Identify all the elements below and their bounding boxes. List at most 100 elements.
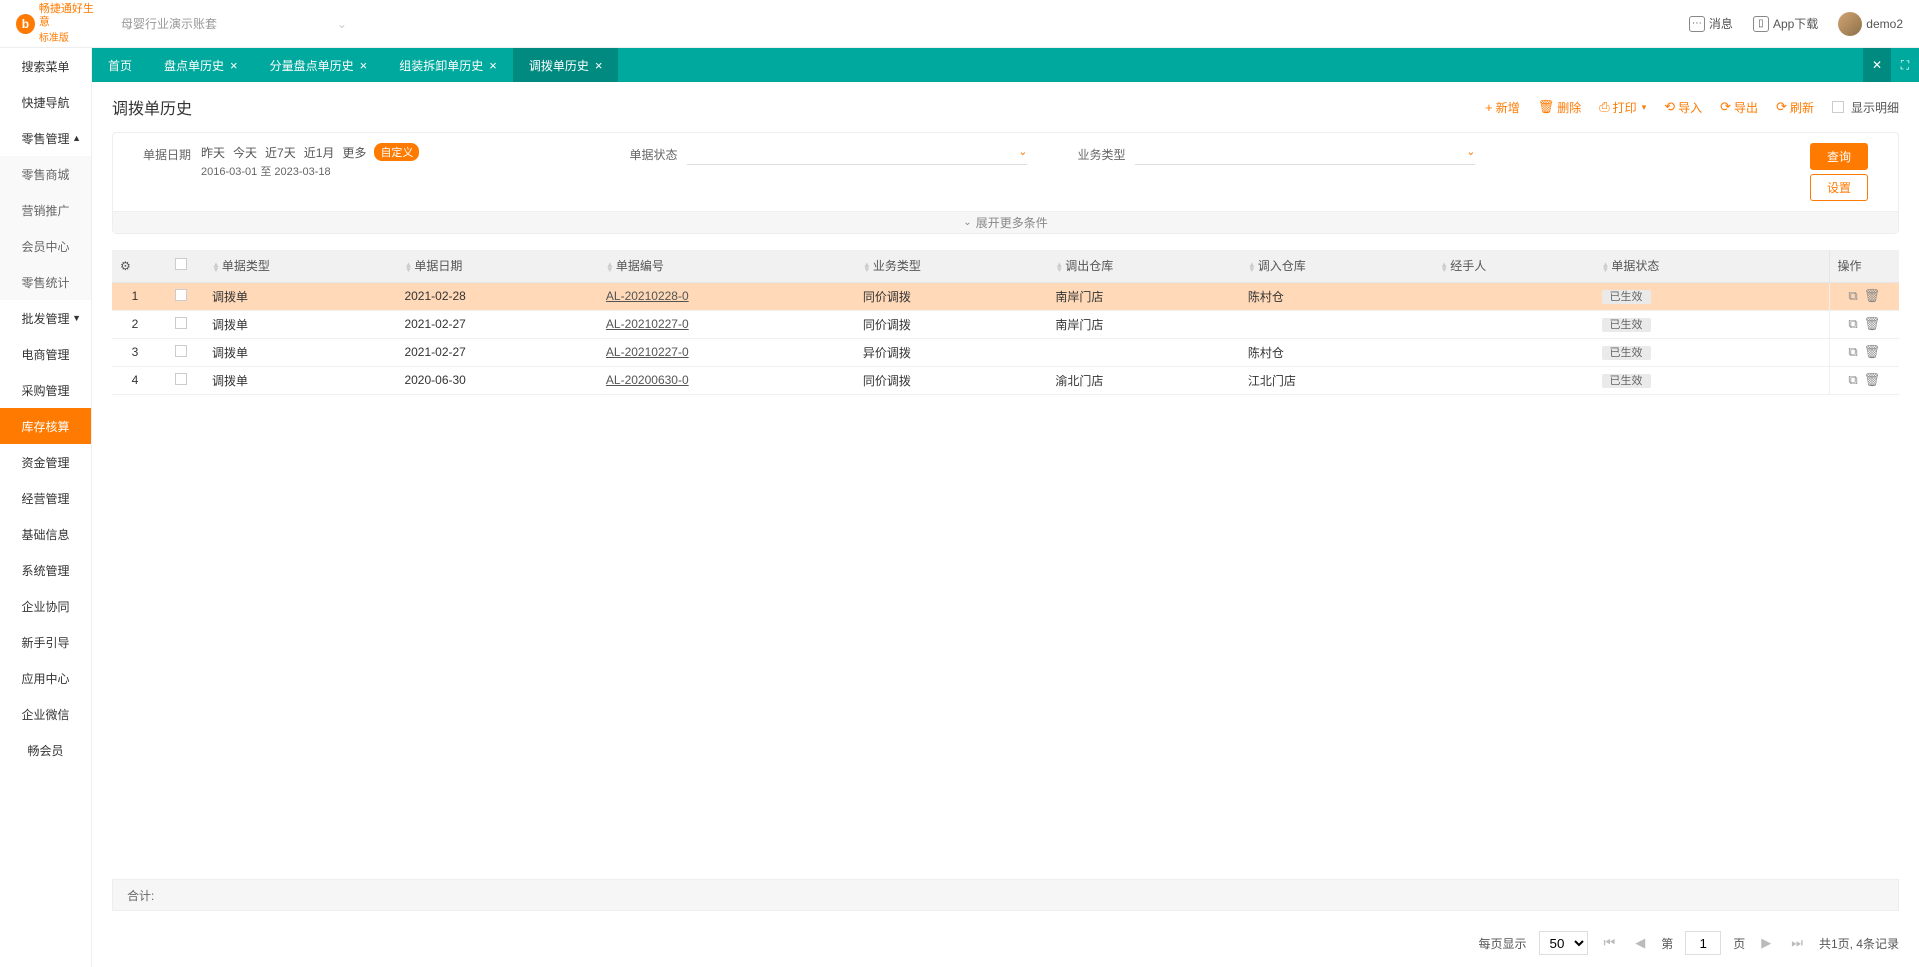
doc-link[interactable]: AL-20210227-0 <box>606 317 689 331</box>
query-button[interactable]: 查询 <box>1810 143 1868 170</box>
doc-link[interactable]: AL-20210227-0 <box>606 345 689 359</box>
table-row[interactable]: 2调拨单2021-02-27AL-20210227-0同价调拨南岸门店已生效⧉🗑 <box>112 310 1899 338</box>
table-row[interactable]: 3调拨单2021-02-27AL-20210227-0异价调拨陈村仓已生效⧉🗑 <box>112 338 1899 366</box>
fullscreen-btn[interactable]: ⛶ <box>1891 48 1919 82</box>
per-page-select[interactable]: 50 <box>1539 931 1588 955</box>
delete-icon[interactable]: 🗑 <box>1864 344 1881 359</box>
sidebar-item[interactable]: 库存核算 <box>0 408 91 444</box>
sidebar-subitem[interactable]: 营销推广 <box>0 192 91 228</box>
date-preset[interactable]: 今天 <box>233 144 257 161</box>
messages-btn[interactable]: ⋯ 消息 <box>1689 15 1733 32</box>
export-button[interactable]: ⟳导出 <box>1720 99 1758 116</box>
view-icon[interactable]: ⧉ <box>1848 288 1857 303</box>
close-icon[interactable]: × <box>489 58 497 73</box>
delete-icon[interactable]: 🗑 <box>1864 316 1881 331</box>
sidebar-item[interactable]: 畅会员 <box>0 732 91 768</box>
view-icon[interactable]: ⧉ <box>1848 344 1857 359</box>
row-checkbox[interactable] <box>158 310 204 338</box>
account-selector[interactable]: 母婴行业演示账套 ⌄ <box>121 15 347 32</box>
sidebar-item[interactable]: 经营管理 <box>0 480 91 516</box>
col-no[interactable]: ▲▼单据编号 <box>598 250 855 282</box>
view-icon[interactable]: ⧉ <box>1848 316 1857 331</box>
col-handler[interactable]: ▲▼经手人 <box>1432 250 1593 282</box>
add-button[interactable]: +新增 <box>1485 99 1520 116</box>
close-icon[interactable]: × <box>360 58 368 73</box>
gear-icon: ⚙ <box>120 259 131 273</box>
prev-page[interactable]: ◀ <box>1631 935 1649 951</box>
doc-link[interactable]: AL-20210228-0 <box>606 289 689 303</box>
tab[interactable]: 组装拆卸单历史× <box>383 48 513 82</box>
sidebar-item[interactable]: 系统管理 <box>0 552 91 588</box>
chevron-icon: ▼ <box>72 313 81 323</box>
sidebar: 搜索菜单快捷导航零售管理▲零售商城营销推广会员中心零售统计批发管理▼电商管理采购… <box>0 48 92 967</box>
header: b 畅捷通好生意 标准版 母婴行业演示账套 ⌄ ⋯ 消息 ▯ App下载 dem… <box>0 0 1919 48</box>
sidebar-item[interactable]: 新手引导 <box>0 624 91 660</box>
settings-button[interactable]: 设置 <box>1810 174 1868 201</box>
row-checkbox[interactable] <box>158 282 204 310</box>
sidebar-item[interactable]: 快捷导航 <box>0 84 91 120</box>
import-button[interactable]: ⟲导入 <box>1664 99 1702 116</box>
col-out[interactable]: ▲▼调出仓库 <box>1047 250 1239 282</box>
show-detail-toggle[interactable]: 显示明细 <box>1832 99 1899 116</box>
close-icon[interactable]: × <box>230 58 238 73</box>
sidebar-item[interactable]: 资金管理 <box>0 444 91 480</box>
view-icon[interactable]: ⧉ <box>1848 372 1857 387</box>
col-checkbox[interactable] <box>158 250 204 282</box>
date-preset[interactable]: 更多 <box>342 144 366 161</box>
sidebar-item[interactable]: 企业协同 <box>0 588 91 624</box>
col-settings[interactable]: ⚙ <box>112 250 158 282</box>
user-menu[interactable]: demo2 <box>1838 12 1903 36</box>
delete-button[interactable]: 🗑删除 <box>1538 99 1582 116</box>
sidebar-item[interactable]: 电商管理 <box>0 336 91 372</box>
row-checkbox[interactable] <box>158 366 204 394</box>
date-preset[interactable]: 昨天 <box>201 144 225 161</box>
biztype-select[interactable]: ⌄ <box>1135 143 1475 165</box>
table-row[interactable]: 4调拨单2020-06-30AL-20200630-0同价调拨渝北门店江北门店已… <box>112 366 1899 394</box>
avatar <box>1838 12 1862 36</box>
sidebar-item[interactable]: 搜索菜单 <box>0 48 91 84</box>
delete-icon[interactable]: 🗑 <box>1864 288 1881 303</box>
cell-status: 已生效 <box>1594 282 1786 310</box>
tab[interactable]: 首页 <box>92 48 148 82</box>
sidebar-item[interactable]: 应用中心 <box>0 660 91 696</box>
last-page[interactable]: ⏭ <box>1787 935 1807 951</box>
doc-link[interactable]: AL-20200630-0 <box>606 373 689 387</box>
date-preset[interactable]: 近1月 <box>304 144 335 161</box>
tab-close-all[interactable]: ✕ <box>1863 48 1891 82</box>
col-status[interactable]: ▲▼单据状态 <box>1594 250 1786 282</box>
row-index: 4 <box>112 366 158 394</box>
print-button[interactable]: ⎙打印▾ <box>1599 99 1646 116</box>
tab[interactable]: 分量盘点单历史× <box>254 48 384 82</box>
sidebar-subitem[interactable]: 会员中心 <box>0 228 91 264</box>
col-date[interactable]: ▲▼单据日期 <box>396 250 597 282</box>
tab[interactable]: 盘点单历史× <box>148 48 254 82</box>
expand-filters[interactable]: ⌄ 展开更多条件 <box>113 211 1898 233</box>
app-download-btn[interactable]: ▯ App下载 <box>1753 15 1818 32</box>
date-preset[interactable]: 近7天 <box>265 144 296 161</box>
sidebar-subitem[interactable]: 零售商城 <box>0 156 91 192</box>
trash-icon: 🗑 <box>1538 99 1555 115</box>
table-row[interactable]: 1调拨单2021-02-28AL-20210228-0同价调拨南岸门店陈村仓已生… <box>112 282 1899 310</box>
sidebar-item[interactable]: 批发管理▼ <box>0 300 91 336</box>
sidebar-item[interactable]: 基础信息 <box>0 516 91 552</box>
sidebar-subitem[interactable]: 零售统计 <box>0 264 91 300</box>
next-page[interactable]: ▶ <box>1757 935 1775 951</box>
cell-status: 已生效 <box>1594 310 1786 338</box>
sidebar-item[interactable]: 零售管理▲ <box>0 120 91 156</box>
close-icon[interactable]: × <box>595 58 603 73</box>
delete-icon[interactable]: 🗑 <box>1864 372 1881 387</box>
col-in[interactable]: ▲▼调入仓库 <box>1240 250 1432 282</box>
first-page[interactable]: ⏮ <box>1600 935 1620 951</box>
page-input[interactable] <box>1685 931 1721 955</box>
refresh-button[interactable]: ⟳刷新 <box>1776 99 1814 116</box>
status-select[interactable]: ⌄ <box>687 143 1027 165</box>
col-biz[interactable]: ▲▼业务类型 <box>855 250 1047 282</box>
filter-status: 单据状态 ⌄ <box>629 143 1027 165</box>
tab[interactable]: 调拨单历史× <box>513 48 619 82</box>
row-checkbox[interactable] <box>158 338 204 366</box>
col-type[interactable]: ▲▼单据类型 <box>204 250 396 282</box>
date-custom-badge[interactable]: 自定义 <box>374 143 419 161</box>
sidebar-item[interactable]: 采购管理 <box>0 372 91 408</box>
sidebar-item[interactable]: 企业微信 <box>0 696 91 732</box>
status-badge: 已生效 <box>1602 318 1651 332</box>
